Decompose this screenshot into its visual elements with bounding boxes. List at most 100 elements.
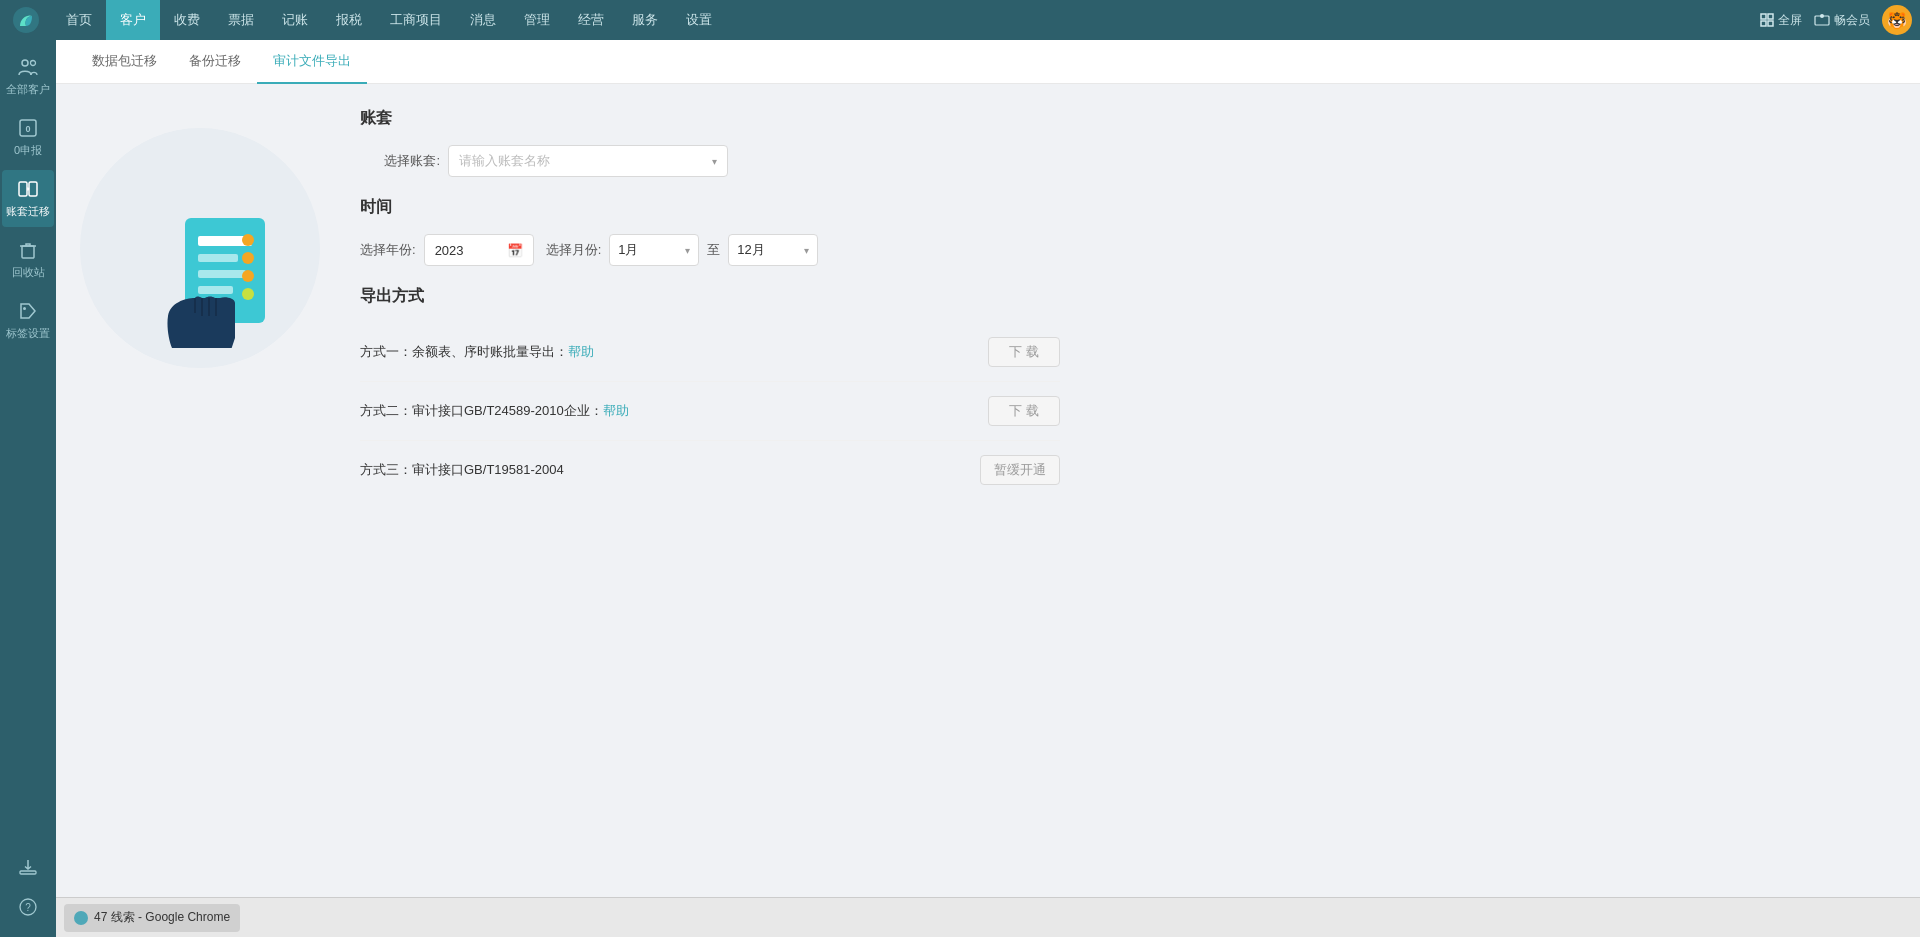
export-method-1-download-button[interactable]: 下 载 bbox=[988, 337, 1060, 367]
svg-rect-22 bbox=[198, 286, 233, 294]
account-select-row: 选择账套: 请输入账套名称 ▾ bbox=[360, 145, 1060, 177]
sidebar-label-trash: 回收站 bbox=[12, 265, 45, 280]
sidebar-label-tag: 标签设置 bbox=[6, 326, 50, 341]
sidebar-item-trash[interactable]: 回收站 bbox=[2, 231, 54, 288]
nav-settings[interactable]: 设置 bbox=[672, 0, 726, 40]
content-area: 数据包迁移 备份迁移 审计文件导出 bbox=[56, 40, 1920, 937]
export-method-1-text: 方式一：余额表、序时账批量导出： bbox=[360, 344, 568, 359]
svg-point-24 bbox=[242, 252, 254, 264]
time-row: 选择年份: 2023 📅 选择月份: 1月 ▾ 至 12月 ▾ bbox=[360, 234, 1060, 266]
form-area: 账套 选择账套: 请输入账套名称 ▾ 时间 选择年份: 2023 � bbox=[360, 108, 1060, 873]
avatar[interactable]: 🐯 bbox=[1882, 5, 1912, 35]
svg-point-6 bbox=[1820, 14, 1824, 18]
nav-manage[interactable]: 管理 bbox=[510, 0, 564, 40]
vip-label: 畅会员 bbox=[1834, 12, 1870, 29]
svg-point-8 bbox=[31, 61, 36, 66]
account-select-label: 选择账套: bbox=[360, 152, 440, 170]
account-select-input[interactable]: 请输入账套名称 ▾ bbox=[448, 145, 728, 177]
nav-invoice[interactable]: 票据 bbox=[214, 0, 268, 40]
export-method-2-help-link[interactable]: 帮助 bbox=[603, 403, 629, 418]
nav-client[interactable]: 客户 bbox=[106, 0, 160, 40]
svg-point-25 bbox=[242, 270, 254, 282]
month-end-select[interactable]: 12月 ▾ bbox=[728, 234, 818, 266]
taskbar-item-label: 47 线索 - Google Chrome bbox=[94, 909, 230, 926]
nav-message[interactable]: 消息 bbox=[456, 0, 510, 40]
taskbar: 47 线索 - Google Chrome bbox=[56, 897, 1920, 937]
nav-operate[interactable]: 经营 bbox=[564, 0, 618, 40]
svg-point-27 bbox=[77, 914, 85, 922]
top-nav-right: 全屏 畅会员 🐯 bbox=[1760, 5, 1912, 35]
month-label: 选择月份: bbox=[546, 241, 602, 259]
page-content: 账套 选择账套: 请输入账套名称 ▾ 时间 选择年份: 2023 � bbox=[56, 84, 1920, 897]
tab-backup-migrate[interactable]: 备份迁移 bbox=[173, 40, 257, 84]
export-method-2-text: 方式二：审计接口GB/T24589-2010企业： bbox=[360, 403, 603, 418]
nav-tax[interactable]: 报税 bbox=[322, 0, 376, 40]
svg-point-26 bbox=[242, 288, 254, 300]
sidebar-label-migrate: 账套迁移 bbox=[6, 204, 50, 219]
export-method-1-label: 方式一：余额表、序时账批量导出：帮助 bbox=[360, 343, 594, 361]
svg-rect-4 bbox=[1768, 21, 1773, 26]
month-end-value: 12月 bbox=[737, 241, 764, 259]
nav-business[interactable]: 工商项目 bbox=[376, 0, 456, 40]
sidebar-item-zero-declare[interactable]: 0 0申报 bbox=[2, 109, 54, 166]
taskbar-number: 47 bbox=[94, 910, 107, 924]
export-method-3: 方式三：审计接口GB/T19581-2004 暂缓开通 bbox=[360, 441, 1060, 499]
export-section: 导出方式 方式一：余额表、序时账批量导出：帮助 下 载 方式二：审计接口GB/T… bbox=[360, 286, 1060, 499]
nav-bookkeep[interactable]: 记账 bbox=[268, 0, 322, 40]
nav-service[interactable]: 服务 bbox=[618, 0, 672, 40]
account-section-title: 账套 bbox=[360, 108, 1060, 129]
fullscreen-label: 全屏 bbox=[1778, 12, 1802, 29]
vip-button[interactable]: 畅会员 bbox=[1814, 12, 1870, 29]
chevron-down-icon: ▾ bbox=[712, 156, 717, 167]
taskbar-chrome-item[interactable]: 47 线索 - Google Chrome bbox=[64, 904, 240, 932]
export-method-1: 方式一：余额表、序时账批量导出：帮助 下 载 bbox=[360, 323, 1060, 382]
tab-audit-export[interactable]: 审计文件导出 bbox=[257, 40, 367, 84]
nav-menu: 首页 客户 收费 票据 记账 报税 工商项目 消息 管理 经营 服务 设置 bbox=[52, 0, 1760, 40]
top-navigation: 首页 客户 收费 票据 记账 报税 工商项目 消息 管理 经营 服务 设置 全屏 bbox=[0, 0, 1920, 40]
svg-rect-15 bbox=[20, 871, 36, 874]
left-sidebar: 全部客户 0 0申报 账套迁移 回收站 bbox=[0, 40, 56, 937]
sidebar-bottom: ? bbox=[2, 849, 54, 937]
sidebar-label-zero-declare: 0申报 bbox=[14, 143, 42, 158]
svg-point-7 bbox=[22, 60, 28, 66]
nav-fee[interactable]: 收费 bbox=[160, 0, 214, 40]
svg-rect-3 bbox=[1761, 21, 1766, 26]
svg-rect-12 bbox=[29, 182, 37, 196]
main-layout: 全部客户 0 0申报 账套迁移 回收站 bbox=[0, 40, 1920, 937]
sidebar-bottom-help[interactable]: ? bbox=[2, 889, 54, 925]
export-method-2-label: 方式二：审计接口GB/T24589-2010企业：帮助 bbox=[360, 402, 629, 420]
chevron-down-end-month-icon: ▾ bbox=[804, 245, 809, 256]
svg-rect-2 bbox=[1768, 14, 1773, 19]
calendar-icon: 📅 bbox=[507, 243, 523, 258]
export-method-3-label: 方式三：审计接口GB/T19581-2004 bbox=[360, 461, 564, 479]
sidebar-item-all-clients[interactable]: 全部客户 bbox=[2, 48, 54, 105]
sidebar-bottom-download[interactable] bbox=[2, 849, 54, 885]
export-method-3-pending-button[interactable]: 暂缓开通 bbox=[980, 455, 1060, 485]
svg-point-23 bbox=[242, 234, 254, 246]
svg-rect-21 bbox=[198, 270, 246, 278]
month-start-value: 1月 bbox=[618, 241, 638, 259]
svg-point-14 bbox=[23, 307, 26, 310]
nav-home[interactable]: 首页 bbox=[52, 0, 106, 40]
sidebar-item-tag-settings[interactable]: 标签设置 bbox=[2, 292, 54, 349]
svg-rect-1 bbox=[1761, 14, 1766, 19]
svg-rect-20 bbox=[198, 254, 238, 262]
time-section-title: 时间 bbox=[360, 197, 1060, 218]
month-start-select[interactable]: 1月 ▾ bbox=[609, 234, 699, 266]
year-input[interactable]: 2023 📅 bbox=[424, 234, 534, 266]
svg-text:?: ? bbox=[25, 902, 31, 913]
fullscreen-button[interactable]: 全屏 bbox=[1760, 12, 1802, 29]
to-separator: 至 bbox=[707, 241, 720, 259]
taskbar-app-name: 线索 - Google Chrome bbox=[111, 910, 230, 924]
chevron-down-month-icon: ▾ bbox=[685, 245, 690, 256]
year-label: 选择年份: bbox=[360, 241, 416, 259]
year-value: 2023 bbox=[435, 243, 464, 258]
sidebar-item-migrate[interactable]: 账套迁移 bbox=[2, 170, 54, 227]
illustration bbox=[80, 128, 320, 368]
account-placeholder: 请输入账套名称 bbox=[459, 152, 550, 170]
app-logo[interactable] bbox=[8, 2, 44, 38]
svg-rect-11 bbox=[19, 182, 27, 196]
export-method-2-download-button[interactable]: 下 载 bbox=[988, 396, 1060, 426]
export-method-1-help-link[interactable]: 帮助 bbox=[568, 344, 594, 359]
tab-data-migrate[interactable]: 数据包迁移 bbox=[76, 40, 173, 84]
